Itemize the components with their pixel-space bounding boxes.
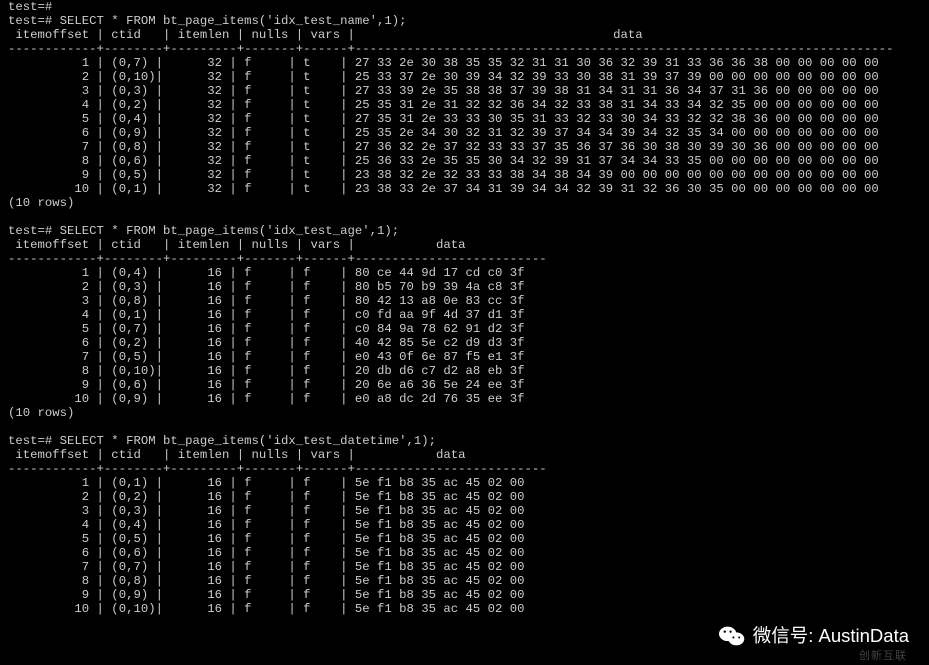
terminal-output: test=# test=# SELECT * FROM bt_page_item…	[0, 0, 929, 616]
watermark-text: 微信号: AustinData	[753, 629, 909, 643]
wechat-icon	[719, 625, 745, 647]
watermark: 微信号: AustinData	[719, 625, 909, 647]
secondary-logo: 创新互联	[859, 649, 907, 663]
